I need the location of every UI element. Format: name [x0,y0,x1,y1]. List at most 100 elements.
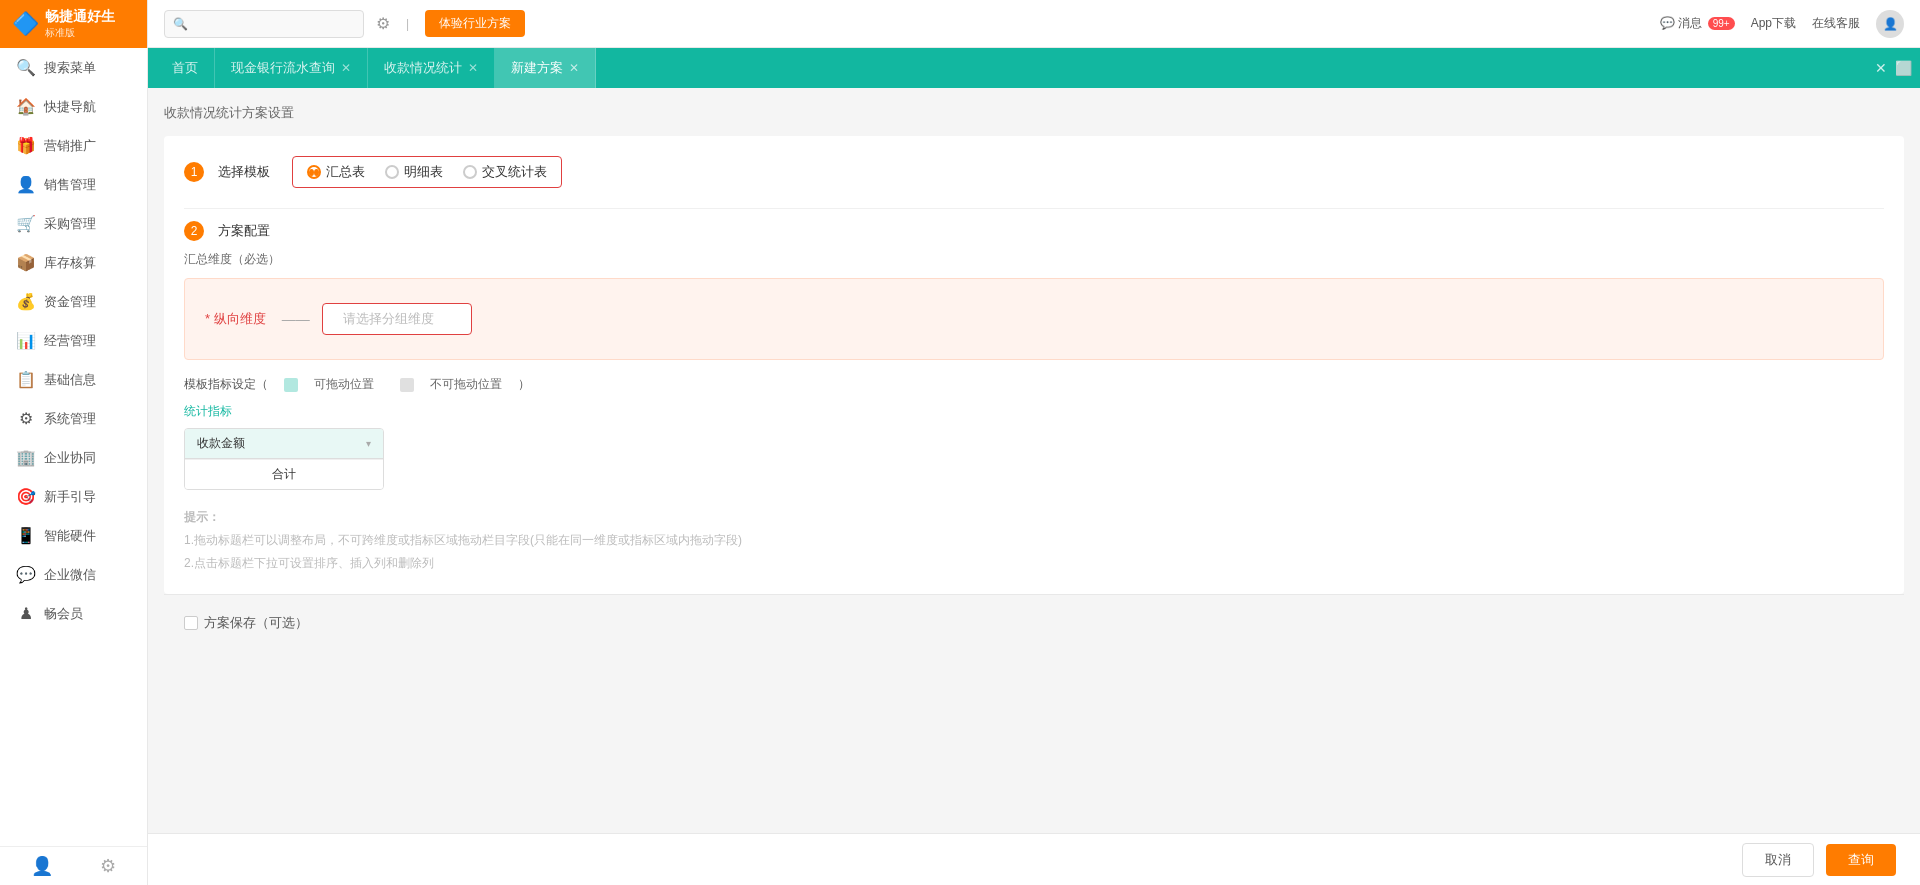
sidebar-item-basic-info[interactable]: 📋 基础信息 [0,360,147,399]
sidebar-item-inventory[interactable]: 📦 库存核算 [0,243,147,282]
vertical-dim-label: * 纵向维度 [205,310,266,328]
sidebar-item-operation[interactable]: 📊 经营管理 [0,321,147,360]
sidebar-item-label: 智能硬件 [44,527,96,545]
sidebar-item-system[interactable]: ⚙ 系统管理 [0,399,147,438]
settings-card: 1 选择模板 汇总表 明细表 交叉统计表 [164,136,1904,594]
sidebar-logo-text: 畅捷通好生 [45,8,115,26]
sidebar-item-purchase[interactable]: 🛒 采购管理 [0,204,147,243]
building-icon: 🏢 [16,448,36,467]
radio-summary-label: 汇总表 [326,163,365,181]
sidebar-item-label: 新手引导 [44,488,96,506]
divider-1 [184,208,1884,209]
settings-icon[interactable]: ⚙ [376,14,390,33]
money-icon: 💰 [16,292,36,311]
sidebar-item-label: 企业微信 [44,566,96,584]
sidebar-item-finance[interactable]: 💰 资金管理 [0,282,147,321]
tips-section: 提示： 1.拖动标题栏可以调整布局，不可跨维度或指标区域拖动栏目字段(只能在同一… [184,506,1884,574]
tip-item-1: 1.拖动标题栏可以调整布局，不可跨维度或指标区域拖动栏目字段(只能在同一维度或指… [184,529,1884,552]
config-section: 汇总维度（必选） * 纵向维度 —— 请选择分组维度 模板指标设定（ [184,251,1884,574]
gear-icon: ⚙ [16,409,36,428]
sidebar-item-label: 营销推广 [44,137,96,155]
main-area: 🔍 ⚙ | 体验行业方案 💬 消息 99+ App下载 在线客服 👤 首页 现金… [148,0,1920,885]
sidebar-avatar-icon[interactable]: 👤 [31,855,53,877]
tab-new-plan-close[interactable]: ✕ [569,61,579,75]
sidebar-item-enterprise[interactable]: 🏢 企业协同 [0,438,147,477]
sidebar-item-hardware[interactable]: 📱 智能硬件 [0,516,147,555]
member-icon: ♟ [16,604,36,623]
tabs-bar: 首页 现金银行流水查询 ✕ 收款情况统计 ✕ 新建方案 ✕ ✕ ⬜ [148,48,1920,88]
sidebar-item-search-menu[interactable]: 🔍 搜索菜单 [0,48,147,87]
chart-icon: 📊 [16,331,36,350]
sidebar-item-label: 快捷导航 [44,98,96,116]
dimension-select[interactable]: 请选择分组维度 [322,303,472,335]
sidebar-item-label: 搜索菜单 [44,59,96,77]
sidebar-settings-icon[interactable]: ⚙ [100,855,116,877]
gift-icon: 🎁 [16,136,36,155]
indicator-table: 收款金额 ▾ 合计 [184,428,384,490]
tip-item-2: 2.点击标题栏下拉可设置排序、插入列和删除列 [184,552,1884,575]
tab-new-plan[interactable]: 新建方案 ✕ [495,48,596,88]
user-icon: 👤 [16,175,36,194]
phone-icon: 📱 [16,526,36,545]
query-button[interactable]: 查询 [1826,844,1896,876]
legend-row: 模板指标设定（ 可拖动位置 不可拖动位置 ） [184,376,1884,393]
sidebar-item-quick-nav[interactable]: 🏠 快捷导航 [0,87,147,126]
tab-collection-stat[interactable]: 收款情况统计 ✕ [368,48,495,88]
step2-badge: 2 [184,221,204,241]
vertical-dimension-row: * 纵向维度 —— 请选择分组维度 [205,303,1863,335]
radio-cross-circle [463,165,477,179]
dimension-section-title: 汇总维度（必选） [184,251,1884,268]
legend-label-prefix: 模板指标设定（ [184,376,268,393]
sidebar-item-label: 基础信息 [44,371,96,389]
tab-bank-flow[interactable]: 现金银行流水查询 ✕ [215,48,368,88]
online-service-link[interactable]: 在线客服 [1812,15,1860,32]
topbar-message-label: 消息 [1678,16,1702,30]
search-icon: 🔍 [16,58,36,77]
indicator-table-header: 收款金额 ▾ [185,429,383,459]
trial-industry-btn[interactable]: 体验行业方案 [425,10,525,37]
sidebar-item-member[interactable]: ♟ 畅会员 [0,594,147,633]
user-avatar[interactable]: 👤 [1876,10,1904,38]
message-icon[interactable]: 💬 消息 99+ [1660,15,1735,32]
sidebar-logo-sub: 标准版 [45,26,115,40]
step2-header-row: 2 方案配置 [184,221,1884,241]
radio-summary-circle [307,165,321,179]
template-radio-group: 汇总表 明细表 交叉统计表 [292,156,562,188]
tab-home[interactable]: 首页 [156,48,215,88]
save-checkbox-box[interactable] [184,616,198,630]
radio-summary[interactable]: 汇总表 [307,163,365,181]
indicator-col-header: 收款金额 [197,435,245,452]
radio-detail[interactable]: 明细表 [385,163,443,181]
tab-collection-close[interactable]: ✕ [468,61,478,75]
legend-draggable-box [284,378,298,392]
legend-draggable-label: 可拖动位置 [314,376,374,393]
tab-bank-flow-close[interactable]: ✕ [341,61,351,75]
sidebar-logo: 🔷 畅捷通好生 标准版 [0,0,147,48]
step1-badge: 1 [184,162,204,182]
app-download-link[interactable]: App下载 [1751,15,1796,32]
radio-cross[interactable]: 交叉统计表 [463,163,547,181]
save-plan-checkbox[interactable]: 方案保存（可选） [184,614,308,632]
sidebar-item-label: 畅会员 [44,605,83,623]
sidebar-item-sales[interactable]: 👤 销售管理 [0,165,147,204]
tips-title: 提示： [184,510,220,524]
sidebar-item-label: 采购管理 [44,215,96,233]
sidebar-item-label: 系统管理 [44,410,96,428]
indicator-row-total: 合计 [185,459,383,489]
step1-label: 选择模板 [218,163,270,181]
topbar: 🔍 ⚙ | 体验行业方案 💬 消息 99+ App下载 在线客服 👤 [148,0,1920,48]
topbar-search-box: 🔍 [164,10,364,38]
tab-home-label: 首页 [172,59,198,77]
radio-detail-label: 明细表 [404,163,443,181]
tab-minimize-icon[interactable]: ✕ [1875,60,1887,76]
sidebar-item-wechat[interactable]: 💬 企业微信 [0,555,147,594]
search-icon: 🔍 [173,17,188,31]
column-dropdown-icon[interactable]: ▾ [366,438,371,449]
save-plan-label: 方案保存（可选） [204,614,308,632]
cancel-button[interactable]: 取消 [1742,843,1814,877]
sidebar-logo-icon: 🔷 [12,11,39,37]
tab-maximize-icon[interactable]: ⬜ [1895,60,1912,76]
sidebar-item-marketing[interactable]: 🎁 营销推广 [0,126,147,165]
tabs-right-actions: ✕ ⬜ [1875,60,1912,76]
sidebar-item-guide[interactable]: 🎯 新手引导 [0,477,147,516]
